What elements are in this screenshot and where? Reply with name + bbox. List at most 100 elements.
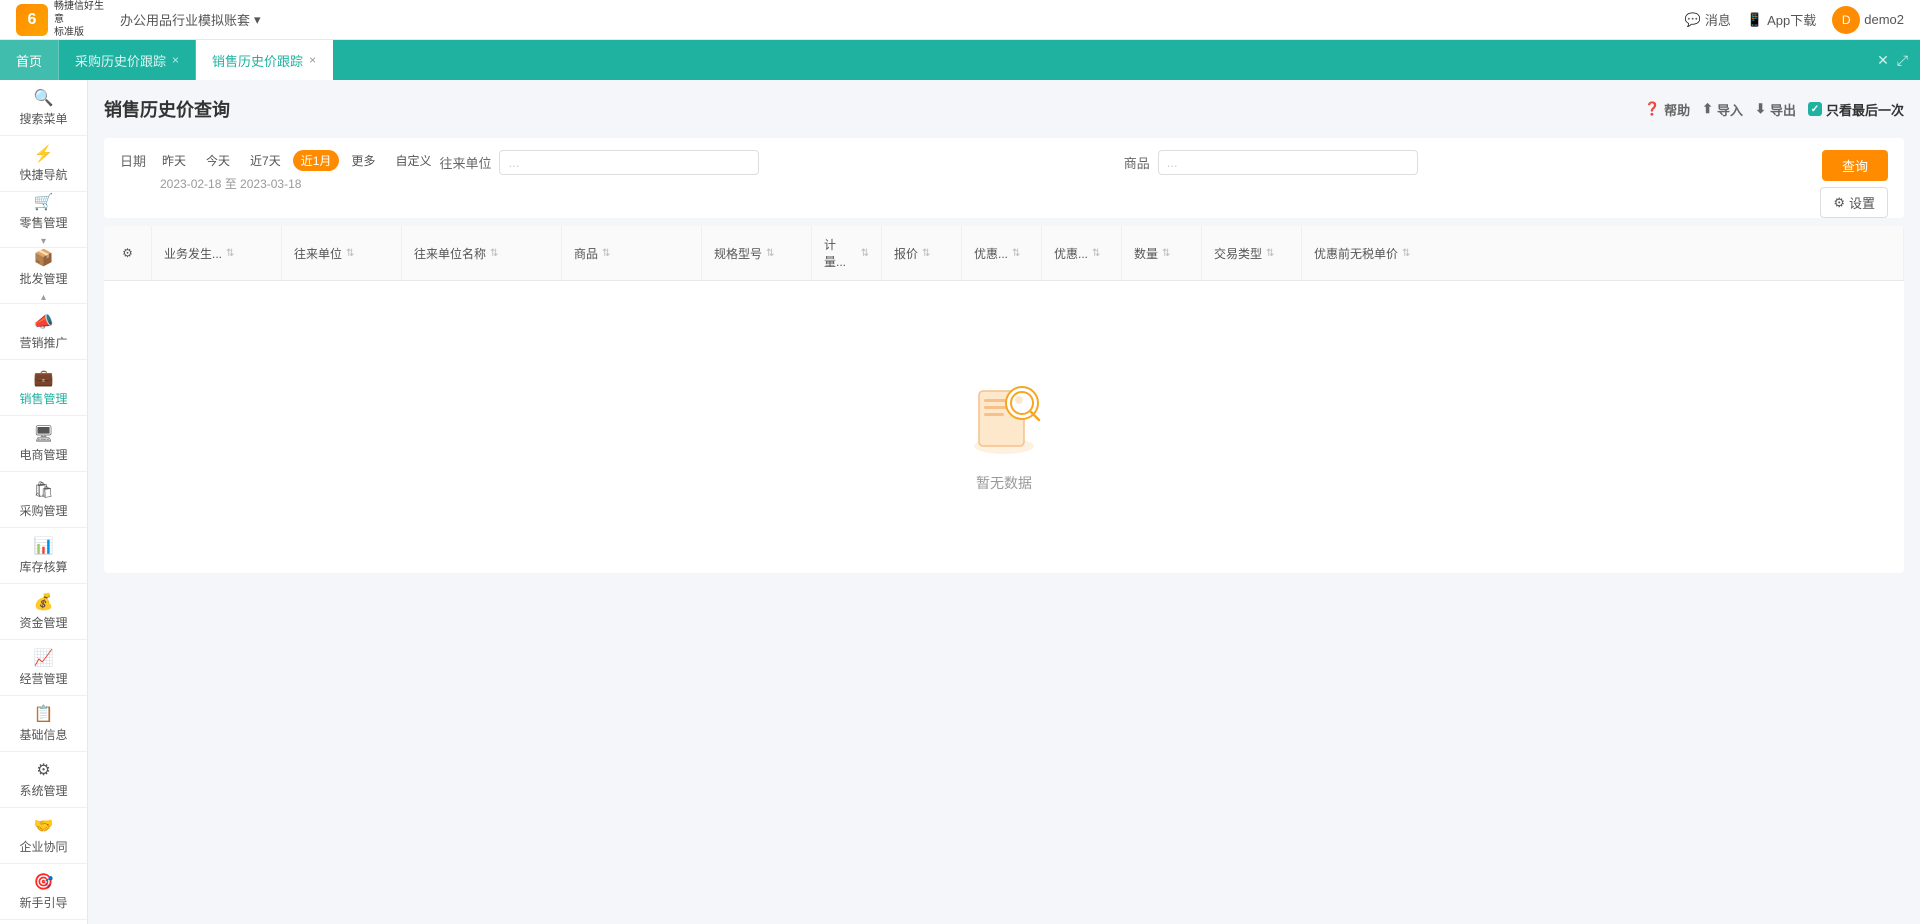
sidebar-item-ecommerce[interactable]: 🖥 电商管理 — [0, 416, 87, 472]
checkbox-checked-icon: ✓ — [1808, 102, 1822, 116]
tab-close-purchase[interactable]: × — [172, 53, 179, 67]
date-options: 昨天 今天 近7天 近1月 更多 自定义 — [154, 150, 439, 171]
table-col-unit-code[interactable]: 往来单位 ⇅ — [282, 226, 402, 280]
sort-icon: ⇅ — [226, 248, 234, 259]
inventory-icon: 📊 — [34, 536, 54, 556]
message-icon: 💬 — [1685, 12, 1701, 28]
sidebar-item-inventory[interactable]: 📊 库存核算 — [0, 528, 87, 584]
tab-purchase-history[interactable]: 采购历史价跟踪 × — [59, 40, 196, 80]
sort-icon: ⇅ — [1092, 248, 1100, 259]
top-bar-right: 💬 消息 📱 App下载 D demo2 — [1685, 6, 1904, 34]
date-btn-custom[interactable]: 自定义 — [387, 150, 439, 171]
filter-row: 日期 昨天 今天 近7天 近1月 更多 自定义 2023-02-18 至 202… — [104, 138, 1904, 218]
sidebar-item-basic-info[interactable]: 📋 基础信息 — [0, 696, 87, 752]
sidebar-item-marketing[interactable]: 📣 营销推广 — [0, 304, 87, 360]
sidebar-item-system[interactable]: ⚙ 系统管理 — [0, 752, 87, 808]
date-btn-last1m[interactable]: 近1月 — [293, 150, 340, 171]
help-icon: ❓ — [1644, 101, 1660, 117]
maximize-icon[interactable]: ⤢ — [1897, 52, 1908, 69]
sort-icon: ⇅ — [1162, 248, 1170, 259]
table-col-gear[interactable]: ⚙ — [104, 226, 152, 280]
tab-sales-history[interactable]: 销售历史价跟踪 × — [196, 40, 333, 80]
table-col-notax[interactable]: 优惠前无税单价 ⇅ — [1302, 226, 1904, 280]
top-bar: 6 畅捷信好生意 标准版 办公用品行业模拟账套 ▾ 💬 消息 📱 App下载 D… — [0, 0, 1920, 40]
gear-icon: ⚙ — [122, 246, 133, 260]
sidebar-item-app-center[interactable]: 📱 应用中心 — [0, 920, 87, 924]
sidebar-item-retail[interactable]: 🛒 零售管理 ▾ — [0, 192, 87, 248]
sort-icon: ⇅ — [1012, 248, 1020, 259]
sort-icon: ⇅ — [1266, 248, 1274, 259]
chevron-down-icon: ▾ — [254, 12, 261, 28]
retail-icon: 🛒 — [34, 192, 54, 212]
date-btn-more[interactable]: 更多 — [343, 150, 383, 171]
table-container: ⚙ 业务发生... ⇅ 往来单位 ⇅ 往来单位名称 ⇅ — [104, 226, 1904, 573]
app-download-button[interactable]: 📱 App下载 — [1747, 10, 1816, 29]
user-avatar-button[interactable]: D demo2 — [1832, 6, 1904, 34]
sort-icon: ⇅ — [490, 248, 498, 259]
date-filter-group: 日期 昨天 今天 近7天 近1月 更多 自定义 2023-02-18 至 202… — [120, 150, 439, 192]
sidebar-item-wholesale[interactable]: 📦 批发管理 ▴ — [0, 248, 87, 304]
date-btn-today[interactable]: 今天 — [198, 150, 238, 171]
purchase-icon: 🛍 — [33, 480, 53, 500]
logo-icon: 6 — [16, 4, 48, 36]
page-title-bar: 销售历史价查询 ❓ 帮助 ⬆ 导入 ⬇ 导出 ✓ — [104, 96, 1904, 122]
unit-input[interactable]: ... — [499, 150, 759, 175]
empty-illustration — [954, 361, 1054, 461]
sort-icon: ⇅ — [766, 248, 774, 259]
date-btn-yesterday[interactable]: 昨天 — [154, 150, 194, 171]
tab-close-sales[interactable]: × — [309, 53, 316, 67]
only-last-checkbox[interactable]: ✓ 只看最后一次 — [1808, 100, 1904, 119]
query-button[interactable]: 查询 — [1822, 150, 1888, 181]
newbie-icon: 🎯 — [34, 872, 54, 892]
sidebar-item-newbie[interactable]: 🎯 新手引导 — [0, 864, 87, 920]
table-col-spec[interactable]: 规格型号 ⇅ — [702, 226, 812, 280]
marketing-icon: 📣 — [34, 312, 54, 332]
sidebar-item-sales-mgmt[interactable]: 💼 销售管理 — [0, 360, 87, 416]
table-col-discount1[interactable]: 优惠... ⇅ — [962, 226, 1042, 280]
finance-icon: 💰 — [34, 592, 54, 612]
sort-icon: ⇅ — [861, 248, 869, 259]
date-btn-last7[interactable]: 近7天 — [242, 150, 289, 171]
table-col-discount2[interactable]: 优惠... ⇅ — [1042, 226, 1122, 280]
goods-label: 商品 — [1124, 153, 1150, 172]
import-button[interactable]: ⬆ 导入 — [1702, 100, 1743, 119]
settings-button[interactable]: ⚙ 设置 — [1820, 187, 1888, 218]
app-selector[interactable]: 办公用品行业模拟账套 ▾ — [112, 6, 269, 33]
tab-home[interactable]: 首页 — [0, 40, 59, 80]
table-col-unit-name[interactable]: 往来单位名称 ⇅ — [402, 226, 562, 280]
message-button[interactable]: 💬 消息 — [1685, 10, 1731, 29]
table-col-trade[interactable]: 交易类型 ⇅ — [1202, 226, 1302, 280]
sidebar-item-purchase[interactable]: 🛍 采购管理 — [0, 472, 87, 528]
search-icon: 🔍 — [34, 88, 54, 108]
sales-icon: 💼 — [34, 368, 54, 388]
cooperation-icon: 🤝 — [34, 816, 54, 836]
operation-icon: 📈 — [34, 648, 54, 668]
table-header: ⚙ 业务发生... ⇅ 往来单位 ⇅ 往来单位名称 ⇅ — [104, 226, 1904, 281]
sort-icon: ⇅ — [346, 248, 354, 259]
logo-area: 6 畅捷信好生意 标准版 — [16, 0, 104, 39]
table-col-price[interactable]: 报价 ⇅ — [882, 226, 962, 280]
table-col-qty[interactable]: 数量 ⇅ — [1122, 226, 1202, 280]
goods-input[interactable]: ... — [1158, 150, 1418, 175]
sidebar-item-operation[interactable]: 📈 经营管理 — [0, 640, 87, 696]
sidebar-item-cooperation[interactable]: 🤝 企业协同 — [0, 808, 87, 864]
chevron-down-icon: ▾ — [41, 236, 46, 247]
sidebar-item-search[interactable]: 🔍 搜索菜单 — [0, 80, 87, 136]
page-title: 销售历史价查询 — [104, 96, 230, 122]
import-icon: ⬆ — [1702, 101, 1713, 117]
sidebar-item-finance[interactable]: 💰 资金管理 — [0, 584, 87, 640]
empty-text: 暂无数据 — [976, 473, 1032, 493]
table-col-unit-measure[interactable]: 计量... ⇅ — [812, 226, 882, 280]
sidebar: 🔍 搜索菜单 ⚡ 快捷导航 🛒 零售管理 ▾ 📦 批发管理 ▴ 📣 营销推广 💼… — [0, 80, 88, 924]
table-col-date[interactable]: 业务发生... ⇅ — [152, 226, 282, 280]
close-window-icon[interactable]: ✕ — [1877, 52, 1889, 69]
page-title-actions: ❓ 帮助 ⬆ 导入 ⬇ 导出 ✓ 只看最后一次 — [1644, 100, 1904, 119]
help-button[interactable]: ❓ 帮助 — [1644, 100, 1690, 119]
date-options-group: 日期 昨天 今天 近7天 近1月 更多 自定义 — [120, 150, 439, 171]
date-label: 日期 — [120, 151, 146, 170]
goods-filter-group: 商品 ... — [1124, 150, 1808, 175]
table-col-goods[interactable]: 商品 ⇅ — [562, 226, 702, 280]
tab-bar: 首页 采购历史价跟踪 × 销售历史价跟踪 × ✕ ⤢ — [0, 40, 1920, 80]
export-button[interactable]: ⬇ 导出 — [1755, 100, 1796, 119]
sidebar-item-shortcut[interactable]: ⚡ 快捷导航 — [0, 136, 87, 192]
